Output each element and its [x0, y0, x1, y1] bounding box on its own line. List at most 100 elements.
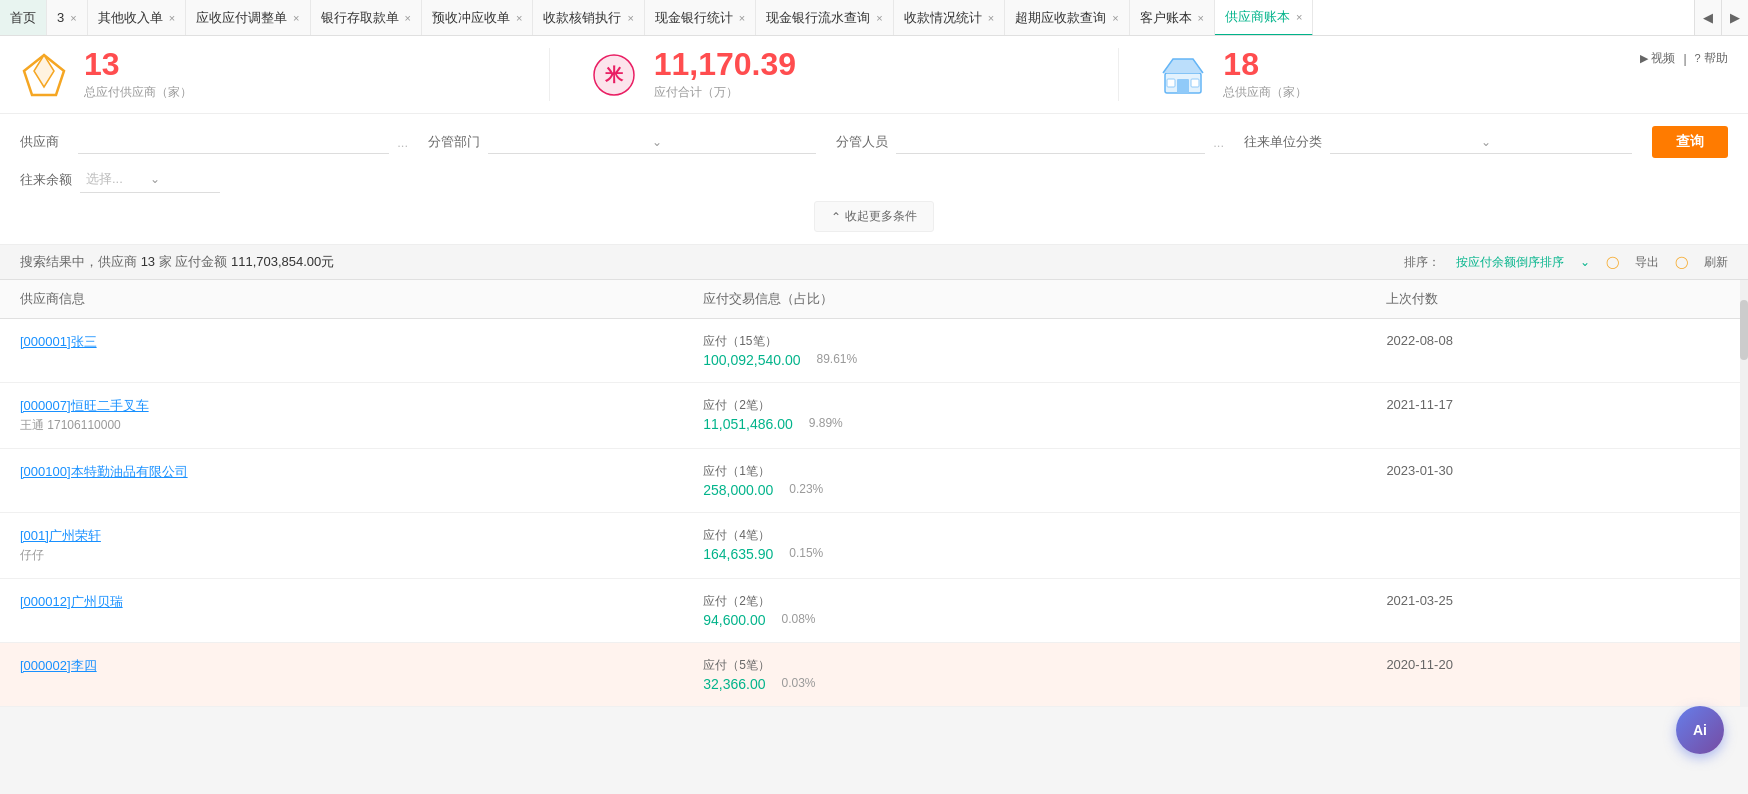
collapse-icon: ⌃ — [831, 210, 841, 224]
filter-person: 分管人员 ... — [836, 130, 1224, 154]
close-tab-prepay-ar[interactable]: × — [516, 12, 522, 24]
store-icon — [1159, 51, 1207, 99]
nav-tab-customer-ledger[interactable]: 客户账本× — [1130, 0, 1215, 36]
supplier-link[interactable]: [000002]李四 — [20, 658, 97, 673]
nav-tab-supplier-ledger[interactable]: 供应商账本× — [1215, 0, 1313, 36]
nav-tab-collection-verify[interactable]: 收款核销执行× — [533, 0, 644, 36]
supplier-link[interactable]: [000012]广州贝瑞 — [20, 594, 123, 609]
nav-tab-prepay-ar[interactable]: 预收冲应收单× — [422, 0, 533, 36]
search-button[interactable]: 查询 — [1652, 126, 1728, 158]
filter-row-1: 供应商 ... 分管部门 ⌄ 分管人员 ... 往来单位分类 ⌄ 查询 — [20, 126, 1728, 158]
table-body: [000001]张三 应付（15笔） 100,092,540.00 89.61%… — [0, 319, 1748, 707]
close-tab-bank-deposit[interactable]: × — [405, 12, 411, 24]
supplier-dots[interactable]: ... — [397, 135, 408, 150]
dept-label: 分管部门 — [428, 133, 480, 151]
ap-percent: 0.08% — [781, 612, 815, 626]
video-link[interactable]: ▶ 视频 — [1640, 50, 1675, 67]
stat-text-total-suppliers: 18 总供应商（家） — [1223, 48, 1307, 101]
last-payment-date: 2022-08-08 — [1386, 333, 1728, 348]
nav-prev-arrow[interactable]: ◀ — [1694, 0, 1721, 36]
stat-number-ap-total: 11,170.39 — [654, 48, 796, 80]
stats-bar: 13 总应付供应商（家） 米 11,170.39 应付合计（万） — [0, 36, 1748, 114]
table-row: [001]广州荣轩 仔仔 应付（4笔） 164,635.90 0.15% — [0, 513, 1748, 579]
collapse-button[interactable]: ⌃ 收起更多条件 — [814, 201, 934, 232]
filter-supplier: 供应商 ... — [20, 130, 408, 154]
nav-tab-bank-deposit[interactable]: 银行存取款单× — [311, 0, 422, 36]
filter-balance: 往来余额 选择... ⌄ — [20, 166, 240, 193]
nav-next-arrow[interactable]: ▶ — [1721, 0, 1748, 36]
ap-percent: 0.15% — [789, 546, 823, 560]
stat-ap-total: 米 11,170.39 应付合计（万） — [590, 48, 1120, 101]
close-tab-ar-ap-adjust[interactable]: × — [293, 12, 299, 24]
nav-tab-home[interactable]: 首页 — [0, 0, 47, 36]
ap-amount[interactable]: 258,000.00 — [703, 482, 773, 498]
dept-select[interactable]: ⌄ — [488, 131, 816, 154]
sort-select[interactable]: 按应付余额倒序排序 — [1456, 254, 1564, 271]
nav-tab-collection-stat[interactable]: 收款情况统计× — [894, 0, 1005, 36]
last-payment-date: 2021-03-25 — [1386, 593, 1728, 608]
nav-tab-cash-bank-stat[interactable]: 现金银行统计× — [645, 0, 756, 36]
nav-tab-overdue-ar[interactable]: 超期应收款查询× — [1005, 0, 1129, 36]
supplier-link[interactable]: [000100]本特勤油品有限公司 — [20, 464, 188, 479]
amount-cell: 应付（5笔） 32,366.00 0.03% — [703, 657, 1386, 692]
diamond-icon — [20, 51, 68, 99]
amount-cell: 应付（2笔） 94,600.00 0.08% — [703, 593, 1386, 628]
close-tab-cash-bank-stat[interactable]: × — [739, 12, 745, 24]
supplier-info-cell: [000012]广州贝瑞 — [20, 593, 703, 611]
close-tab-supplier-ledger[interactable]: × — [1296, 11, 1302, 23]
dept-arrow: ⌄ — [652, 135, 810, 149]
close-tab-overdue-ar[interactable]: × — [1112, 12, 1118, 24]
balance-select[interactable]: 选择... ⌄ — [80, 166, 220, 193]
close-tab-collection-stat[interactable]: × — [988, 12, 994, 24]
balance-label: 往来余额 — [20, 171, 72, 189]
refresh-button[interactable]: 刷新 — [1704, 254, 1728, 271]
ap-label: 应付（5笔） — [703, 657, 1386, 674]
person-input[interactable] — [896, 130, 1205, 154]
unit-type-select[interactable]: ⌄ — [1330, 131, 1632, 154]
table-row: [000012]广州贝瑞 应付（2笔） 94,600.00 0.08% 2021… — [0, 579, 1748, 643]
nav-tab-other-income[interactable]: 其他收入单× — [88, 0, 186, 36]
ap-label: 应付（15笔） — [703, 333, 1386, 350]
ap-percent: 0.03% — [781, 676, 815, 690]
supplier-info-cell: [000001]张三 — [20, 333, 703, 351]
refresh-icon: ◯ — [1675, 255, 1688, 269]
stat-number-total-ap-suppliers: 13 — [84, 48, 192, 80]
supplier-input[interactable] — [78, 130, 389, 154]
export-button[interactable]: 导出 — [1635, 254, 1659, 271]
close-tab-customer-ledger[interactable]: × — [1198, 12, 1204, 24]
ap-label: 应付（4笔） — [703, 527, 1386, 544]
table-row: [000002]李四 应付（5笔） 32,366.00 0.03% 2020-1… — [0, 643, 1748, 707]
help-link[interactable]: ? 帮助 — [1695, 50, 1728, 67]
ap-amount[interactable]: 94,600.00 — [703, 612, 765, 628]
stat-total-ap-suppliers: 13 总应付供应商（家） — [20, 48, 550, 101]
nav-tab-cash-bank-flow[interactable]: 现金银行流水查询× — [756, 0, 893, 36]
close-tab-collection-verify[interactable]: × — [627, 12, 633, 24]
supplier-link[interactable]: [000001]张三 — [20, 334, 97, 349]
result-bar: 搜索结果中，供应商 13 家 应付金额 111,703,854.00元 排序： … — [0, 245, 1748, 280]
amount-row: 94,600.00 0.08% — [703, 612, 1386, 628]
close-tab-other-income[interactable]: × — [169, 12, 175, 24]
balance-placeholder: 选择... — [86, 170, 150, 188]
scrollbar[interactable] — [1740, 280, 1748, 707]
chevron-down-icon: ⌄ — [1580, 255, 1590, 269]
stat-text-ap-total: 11,170.39 应付合计（万） — [654, 48, 796, 101]
person-dots[interactable]: ... — [1213, 135, 1224, 150]
ap-percent: 0.23% — [789, 482, 823, 496]
ap-amount[interactable]: 164,635.90 — [703, 546, 773, 562]
nav-tab-tab3[interactable]: 3× — [47, 0, 88, 36]
ap-amount[interactable]: 100,092,540.00 — [703, 352, 800, 368]
close-tab-tab3[interactable]: × — [70, 12, 76, 24]
scrollbar-thumb[interactable] — [1740, 300, 1748, 360]
nav-tab-ar-ap-adjust[interactable]: 应收应付调整单× — [186, 0, 310, 36]
ap-amount[interactable]: 11,051,486.00 — [703, 416, 793, 432]
supplier-link[interactable]: [001]广州荣轩 — [20, 528, 101, 543]
ap-amount[interactable]: 32,366.00 — [703, 676, 765, 692]
result-summary: 搜索结果中，供应商 13 家 应付金额 111,703,854.00元 — [20, 253, 334, 271]
amount-row: 164,635.90 0.15% — [703, 546, 1386, 562]
amount-row: 258,000.00 0.23% — [703, 482, 1386, 498]
close-tab-cash-bank-flow[interactable]: × — [876, 12, 882, 24]
stat-total-suppliers: 18 总供应商（家） — [1159, 48, 1688, 101]
header-ap-info: 应付交易信息（占比） — [703, 290, 1386, 308]
links-divider: | — [1683, 52, 1686, 66]
supplier-link[interactable]: [000007]恒旺二手叉车 — [20, 398, 149, 413]
